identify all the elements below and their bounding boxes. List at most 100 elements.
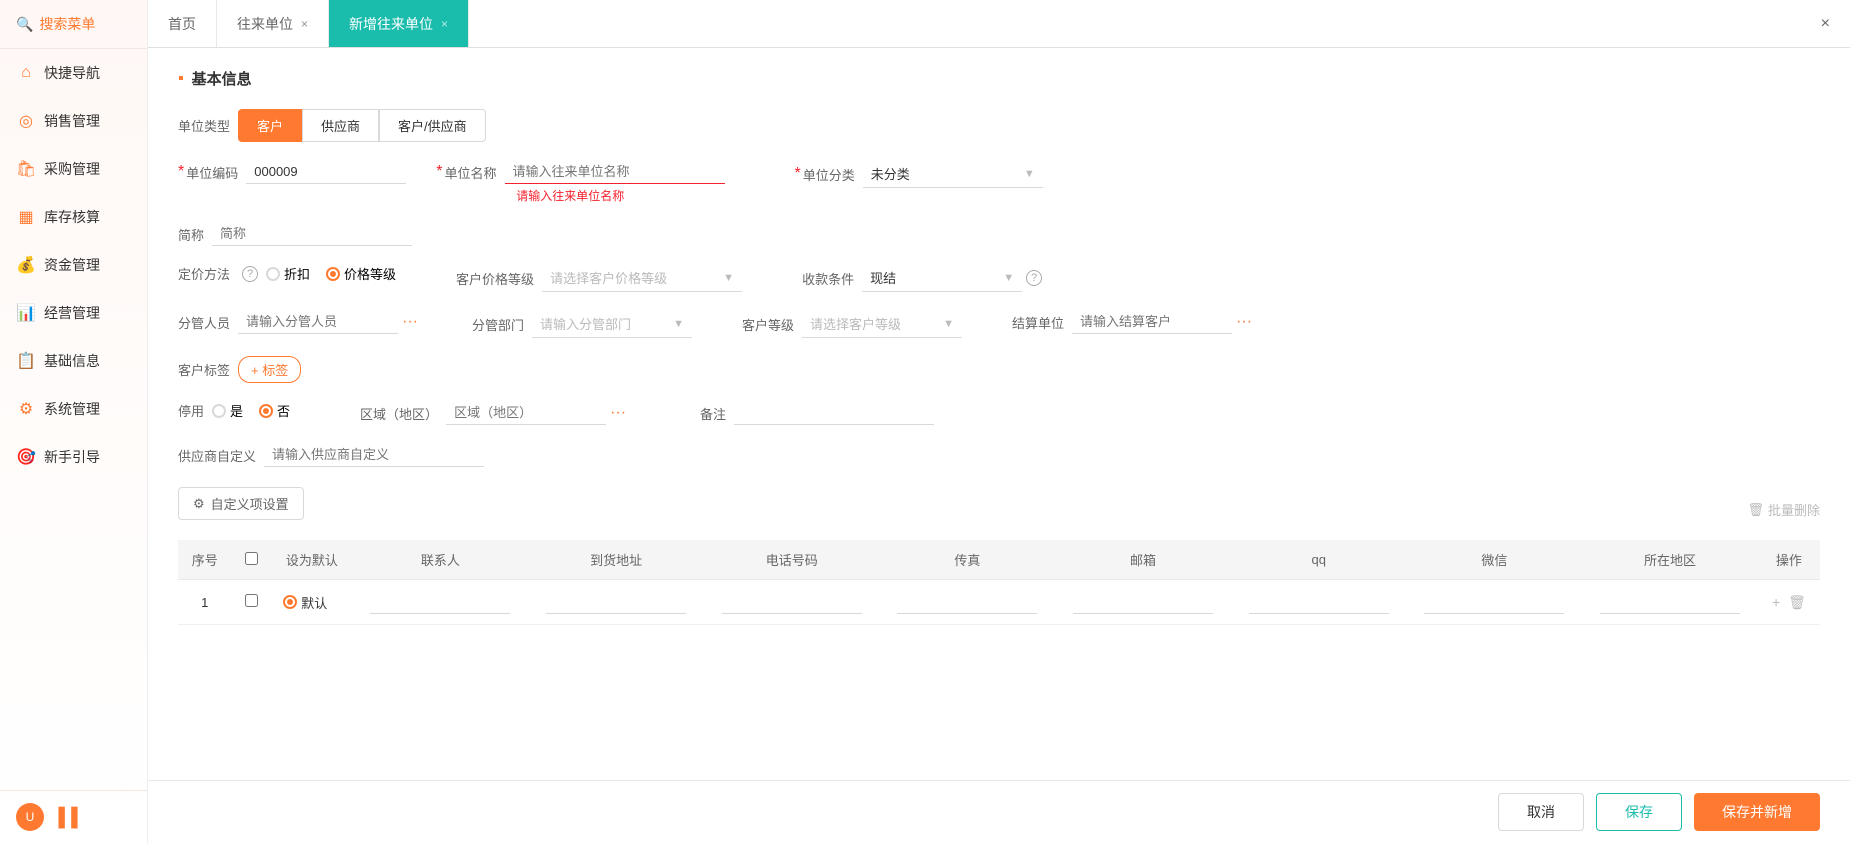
row-phone-input[interactable]: [722, 590, 862, 614]
radio-circle-yes: [212, 404, 226, 418]
row-email-input[interactable]: [1073, 590, 1213, 614]
payment-terms-select[interactable]: 现结 ▼: [862, 264, 1022, 292]
remarks-label: 备注: [700, 404, 726, 423]
tab-transactions-label: 往来单位: [237, 14, 293, 34]
sidebar-item-basic-info[interactable]: 📋 基础信息: [0, 337, 147, 385]
col-email: 邮箱: [1055, 540, 1231, 580]
sidebar-bar-icon: ▐▐: [52, 807, 78, 828]
row-fax-input[interactable]: [897, 590, 1037, 614]
tab-bar-close[interactable]: ×: [1801, 0, 1850, 47]
row-default-label: 默认: [301, 593, 327, 612]
supplier-custom-label: 供应商自定义: [178, 446, 256, 465]
table-section: ⚙ 自定义项设置 🗑 批量删除 序号 设为默认 联系人 到货地址 电话: [178, 487, 1820, 625]
sidebar-item-label: 库存核算: [44, 207, 100, 227]
pricing-row: 定价方法 ? 折扣 价格等级 客户价格等级 请选择客户价格等级: [178, 264, 1820, 292]
unit-category-value: 未分类: [871, 164, 1020, 183]
row-address: [528, 580, 704, 625]
sidebar-search[interactable]: 🔍 搜索菜单: [0, 0, 147, 49]
row-contact-input[interactable]: [370, 590, 510, 614]
unit-btn-supplier[interactable]: 供应商: [302, 109, 379, 142]
unit-code-group: * 单位编码: [178, 160, 406, 184]
row-qq-input[interactable]: [1249, 590, 1389, 614]
pricing-radio-level[interactable]: 价格等级: [326, 264, 396, 283]
unit-type-row: 单位类型 客户 供应商 客户/供应商: [178, 109, 1820, 142]
region-input[interactable]: [446, 401, 606, 425]
remarks-input[interactable]: [734, 401, 934, 425]
save-new-button[interactable]: 保存并新增: [1694, 793, 1820, 831]
row-wechat: [1407, 580, 1583, 625]
sidebar-item-label: 基础信息: [44, 351, 100, 371]
sidebar-item-system[interactable]: ⚙ 系统管理: [0, 385, 147, 433]
radio-label-discount: 折扣: [284, 264, 310, 283]
unit-type-group: 单位类型 客户 供应商 客户/供应商: [178, 109, 486, 142]
disabled-radio-no[interactable]: 否: [259, 401, 290, 420]
customer-level-select[interactable]: 请选择客户等级 ▼: [802, 310, 962, 338]
sidebar-item-quick-nav[interactable]: ⌂ 快捷导航: [0, 49, 147, 97]
unit-btn-both[interactable]: 客户/供应商: [379, 109, 486, 142]
settlement-unit-input[interactable]: [1072, 310, 1232, 334]
save-button[interactable]: 保存: [1596, 793, 1682, 831]
sidebar-item-guide[interactable]: 🎯 新手引导: [0, 433, 147, 481]
tab-new-transaction[interactable]: 新增往来单位 ×: [329, 0, 469, 47]
department-select[interactable]: 请输入分管部门 ▼: [532, 310, 692, 338]
pricing-radio-discount[interactable]: 折扣: [266, 264, 310, 283]
sidebar-item-label: 经营管理: [44, 303, 100, 323]
section-title: 基本信息: [192, 68, 252, 89]
disabled-group: 停用 是 否: [178, 401, 290, 420]
cancel-button[interactable]: 取消: [1498, 793, 1584, 831]
payment-help-icon[interactable]: ?: [1026, 270, 1042, 286]
search-icon: 🔍: [16, 16, 33, 33]
tab-transactions-close[interactable]: ×: [301, 17, 308, 31]
unit-code-input[interactable]: [246, 160, 406, 184]
tab-transactions[interactable]: 往来单位 ×: [217, 0, 329, 47]
sidebar-item-label: 快捷导航: [44, 63, 100, 83]
customer-price-level-group: 客户价格等级 请选择客户价格等级 ▼: [456, 264, 742, 292]
department-group: 分管部门 请输入分管部门 ▼: [472, 310, 692, 338]
manager-input[interactable]: [238, 310, 398, 334]
disabled-radio-yes[interactable]: 是: [212, 401, 243, 420]
sidebar-item-sales[interactable]: ◎ 销售管理: [0, 97, 147, 145]
sidebar-search-label: 搜索菜单: [39, 14, 95, 34]
customer-price-level-select[interactable]: 请选择客户价格等级 ▼: [542, 264, 742, 292]
sidebar-item-purchase[interactable]: 🛍 采购管理: [0, 145, 147, 193]
tab-home[interactable]: 首页: [148, 0, 217, 47]
batch-delete-button[interactable]: 🗑 批量删除: [1747, 500, 1820, 519]
pricing-group: 定价方法 ? 折扣 价格等级: [178, 264, 396, 283]
footer-bar: 取消 保存 保存并新增: [148, 780, 1850, 843]
row-add-btn[interactable]: +: [1772, 594, 1780, 610]
pricing-help-icon[interactable]: ?: [242, 266, 258, 282]
row-region-input[interactable]: [1600, 590, 1740, 614]
sidebar-item-label: 新手引导: [44, 447, 100, 467]
row-checkbox[interactable]: [245, 594, 258, 607]
settings-button[interactable]: ⚙ 自定义项设置: [178, 487, 304, 520]
select-all-checkbox[interactable]: [245, 552, 258, 565]
tab-new-transaction-label: 新增往来单位: [349, 14, 433, 34]
supplier-custom-group: 供应商自定义: [178, 443, 484, 467]
purchase-icon: 🛍: [16, 159, 36, 179]
sidebar-item-finance[interactable]: 💰 资金管理: [0, 241, 147, 289]
row-wechat-input[interactable]: [1424, 590, 1564, 614]
row-delete-btn[interactable]: 🗑: [1788, 594, 1806, 611]
customer-price-level-label: 客户价格等级: [456, 269, 534, 288]
add-tag-button[interactable]: + 标签: [238, 356, 301, 383]
sidebar-item-operations[interactable]: 📊 经营管理: [0, 289, 147, 337]
row-actions: + 🗑: [1770, 594, 1808, 611]
tab-new-transaction-close[interactable]: ×: [441, 17, 448, 31]
operations-icon: 📊: [16, 303, 36, 323]
tab-bar: 首页 往来单位 × 新增往来单位 × ×: [148, 0, 1850, 48]
radio-circle-level: [326, 267, 340, 281]
alias-input[interactable]: [212, 222, 412, 246]
unit-btn-customer[interactable]: 客户: [238, 109, 302, 142]
row-address-input[interactable]: [546, 590, 686, 614]
region-more-btn[interactable]: ···: [606, 404, 630, 422]
manager-more-btn[interactable]: ···: [398, 313, 422, 331]
unit-category-select[interactable]: 未分类 ▼: [863, 160, 1043, 188]
sidebar-bottom: U ▐▐: [0, 790, 147, 843]
table-header-row: 序号 设为默认 联系人 到货地址 电话号码 传真 邮箱 qq 微信 所在地区 操…: [178, 540, 1820, 580]
col-default: 设为默认: [271, 540, 352, 580]
settlement-more-btn[interactable]: ···: [1232, 313, 1256, 331]
sidebar-item-inventory[interactable]: ▦ 库存核算: [0, 193, 147, 241]
row-default-radio[interactable]: 默认: [283, 593, 340, 612]
supplier-custom-input[interactable]: [264, 443, 484, 467]
unit-name-input[interactable]: [505, 160, 725, 184]
